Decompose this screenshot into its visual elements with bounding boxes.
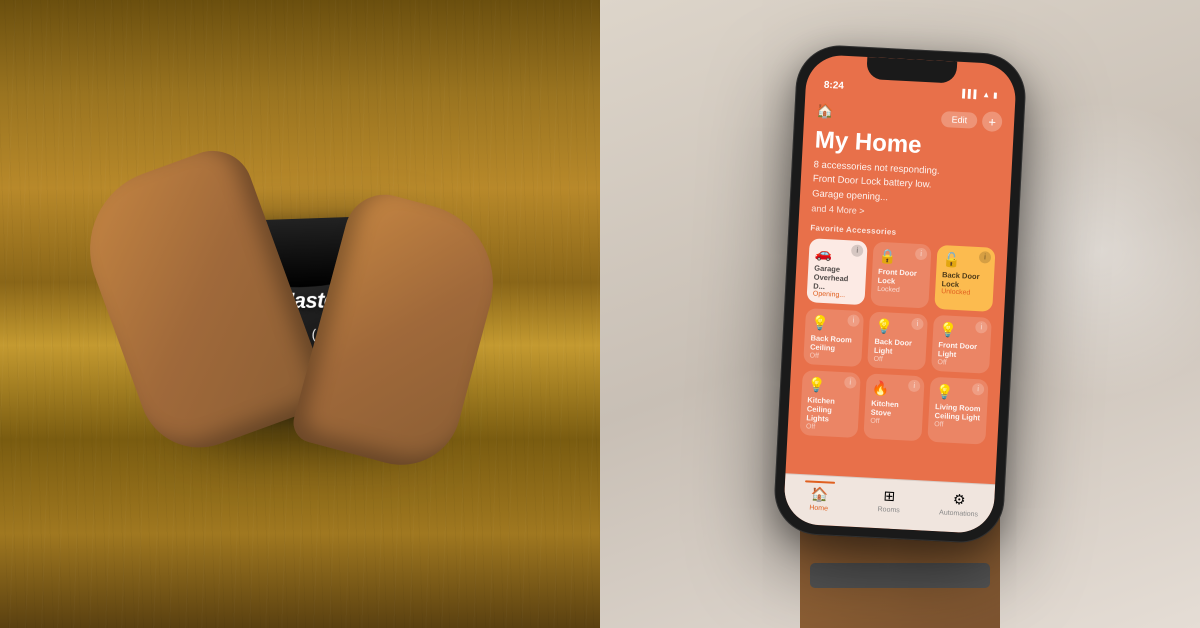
info-btn-front-lock[interactable]: i: [915, 247, 928, 260]
living-room-name: Living Room Ceiling Light: [934, 402, 981, 422]
accessory-card-kitchen-ceiling[interactable]: i 💡 Kitchen Ceiling Lights Off: [799, 370, 860, 438]
home-app: 🏠 Edit + My Home 8 accessories not respo…: [785, 94, 1015, 484]
tab-home[interactable]: 🏠 Home: [784, 479, 856, 514]
add-button[interactable]: +: [982, 111, 1003, 132]
right-panel: 8:24 ▌▌▌ ▲ ▮ 🏠 Edit + My Ho: [600, 0, 1200, 628]
front-door-light-name: Front Door Light: [938, 340, 985, 360]
info-btn-back-door-light[interactable]: i: [911, 317, 924, 330]
kitchen-stove-status: Off: [870, 417, 916, 426]
left-panel: LiftMaster ® myQ ((: [0, 0, 600, 628]
iphone: 8:24 ▌▌▌ ▲ ▮ 🏠 Edit + My Ho: [772, 43, 1027, 544]
back-room-status: Off: [809, 352, 855, 361]
accessory-card-back-lock[interactable]: i 🔓 Back Door Lock Unlocked: [934, 245, 995, 312]
wifi-status-icon: ▲: [982, 90, 990, 99]
tab-home-icon: 🏠: [810, 486, 828, 504]
edit-button[interactable]: Edit: [941, 111, 977, 129]
tab-home-label: Home: [809, 505, 828, 513]
garage-status: Opening...: [813, 290, 859, 299]
living-room-status: Off: [934, 421, 980, 430]
info-btn-back-room[interactable]: i: [847, 314, 860, 327]
tab-automations[interactable]: ⚙ Automations: [923, 489, 994, 519]
accessory-card-front-door-light[interactable]: i 💡 Front Door Light Off: [931, 315, 992, 374]
tab-automations-icon: ⚙: [953, 491, 966, 509]
tab-home-indicator: [805, 480, 835, 484]
tab-rooms-icon: ⊞: [883, 487, 896, 505]
tab-automations-label: Automations: [939, 509, 978, 518]
front-lock-status: Locked: [877, 286, 923, 295]
front-door-light-status: Off: [937, 359, 983, 368]
signal-icon: ▌▌▌: [962, 89, 979, 99]
info-btn-garage[interactable]: i: [851, 244, 864, 257]
wrist-band: [810, 563, 990, 588]
info-btn-kitchen-ceiling[interactable]: i: [844, 376, 857, 389]
accessory-card-back-door-light[interactable]: i 💡 Back Door Light Off: [867, 311, 928, 370]
info-btn-back-lock[interactable]: i: [979, 251, 992, 264]
info-btn-kitchen-stove[interactable]: i: [908, 379, 921, 392]
info-btn-front-door-light[interactable]: i: [975, 321, 988, 334]
accessory-card-kitchen-stove[interactable]: i 🔥 Kitchen Stove Off: [863, 373, 924, 441]
device-container: LiftMaster ® myQ ((: [190, 217, 410, 412]
garage-name: Garage Overhead D...: [813, 263, 860, 292]
home-app-icon: 🏠: [816, 102, 834, 120]
kitchen-ceiling-name: Kitchen Ceiling Lights: [806, 395, 853, 424]
iphone-notch: [866, 57, 957, 84]
header-buttons: Edit +: [941, 109, 1002, 132]
iphone-screen: 8:24 ▌▌▌ ▲ ▮ 🏠 Edit + My Ho: [783, 54, 1017, 534]
tab-rooms[interactable]: ⊞ Rooms: [854, 485, 925, 515]
accessory-card-back-room[interactable]: i 💡 Back Room Ceiling Off: [803, 308, 864, 367]
tab-bar: 🏠 Home ⊞ Rooms ⚙ Automations: [783, 473, 995, 534]
front-lock-name: Front Door Lock: [877, 267, 924, 287]
back-door-light-status: Off: [873, 355, 919, 364]
alert-3: Garage opening...: [812, 188, 889, 203]
battery-icon: ▮: [993, 91, 998, 100]
status-icons: ▌▌▌ ▲ ▮: [962, 89, 998, 100]
accessory-card-front-lock[interactable]: i 🔒 Front Door Lock Locked: [870, 241, 931, 308]
tab-rooms-label: Rooms: [877, 506, 900, 514]
back-lock-name: Back Door Lock: [941, 270, 988, 290]
home-alerts: 8 accessories not responding. Front Door…: [812, 158, 1000, 210]
accessory-card-garage[interactable]: i 🚗 Garage Overhead D... Opening...: [806, 238, 867, 305]
back-lock-status: Unlocked: [941, 288, 987, 297]
info-btn-living-room[interactable]: i: [972, 383, 985, 396]
status-time: 8:24: [824, 80, 845, 92]
back-room-name: Back Room Ceiling: [810, 333, 857, 353]
kitchen-ceiling-status: Off: [806, 423, 852, 432]
accessories-grid: i 🚗 Garage Overhead D... Opening... i 🔒 …: [799, 238, 995, 444]
accessory-card-living-room[interactable]: i 💡 Living Room Ceiling Light Off: [927, 376, 988, 444]
home-title: My Home: [814, 126, 1001, 164]
back-door-light-name: Back Door Light: [874, 336, 921, 356]
kitchen-stove-name: Kitchen Stove: [871, 398, 918, 418]
